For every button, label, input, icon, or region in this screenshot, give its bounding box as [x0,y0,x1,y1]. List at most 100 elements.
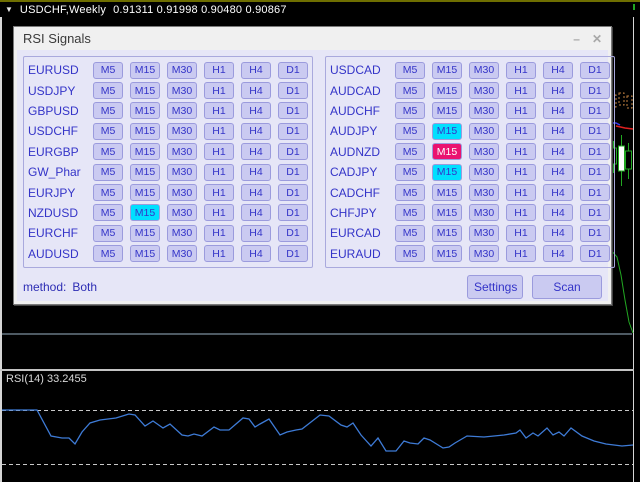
tf-button-eurcad-d1[interactable]: D1 [580,224,610,242]
tf-button-nzdusd-h1[interactable]: H1 [204,204,234,222]
tf-button-usdjpy-m30[interactable]: M30 [167,82,197,100]
tf-button-eurjpy-m15[interactable]: M15 [130,184,160,202]
tf-button-usdchf-m5[interactable]: M5 [93,122,123,140]
tf-button-audjpy-d1[interactable]: D1 [580,122,610,140]
tf-button-cadchf-h1[interactable]: H1 [506,184,536,202]
tf-button-audnzd-m15[interactable]: M15 [432,143,462,161]
tf-button-audcad-m15[interactable]: M15 [432,82,462,100]
tf-button-audjpy-h4[interactable]: H4 [543,122,573,140]
tf-button-usdcad-m30[interactable]: M30 [469,61,499,79]
tf-button-eurcad-h1[interactable]: H1 [506,224,536,242]
tf-button-chfjpy-h4[interactable]: H4 [543,204,573,222]
tf-button-euraud-h1[interactable]: H1 [506,245,536,263]
minimize-icon[interactable]: – [573,33,580,45]
tf-button-chfjpy-m5[interactable]: M5 [395,204,425,222]
tf-button-usdchf-h1[interactable]: H1 [204,122,234,140]
tf-button-gbpusd-m5[interactable]: M5 [93,102,123,120]
tf-button-gw_phar-h4[interactable]: H4 [241,163,271,181]
tf-button-eurgbp-h4[interactable]: H4 [241,143,271,161]
tf-button-eurchf-d1[interactable]: D1 [278,224,308,242]
tf-button-gbpusd-h1[interactable]: H1 [204,102,234,120]
tf-button-audcad-h4[interactable]: H4 [543,82,573,100]
tf-button-chfjpy-d1[interactable]: D1 [580,204,610,222]
tf-button-gbpusd-d1[interactable]: D1 [278,102,308,120]
tf-button-usdcad-h4[interactable]: H4 [543,61,573,79]
tf-button-eurcad-m15[interactable]: M15 [432,224,462,242]
settings-button[interactable]: Settings [467,275,523,299]
tf-button-audusd-h1[interactable]: H1 [204,245,234,263]
tf-button-gw_phar-m15[interactable]: M15 [130,163,160,181]
tf-button-gw_phar-m5[interactable]: M5 [93,163,123,181]
tf-button-audusd-h4[interactable]: H4 [241,245,271,263]
tf-button-audchf-h1[interactable]: H1 [506,102,536,120]
tf-button-audchf-m5[interactable]: M5 [395,102,425,120]
tf-button-usdjpy-d1[interactable]: D1 [278,82,308,100]
tf-button-cadjpy-h4[interactable]: H4 [543,163,573,181]
tf-button-cadjpy-m15[interactable]: M15 [432,163,462,181]
tf-button-audnzd-d1[interactable]: D1 [580,143,610,161]
tf-button-gw_phar-d1[interactable]: D1 [278,163,308,181]
tf-button-eurchf-m30[interactable]: M30 [167,224,197,242]
tf-button-euraud-m5[interactable]: M5 [395,245,425,263]
tf-button-usdjpy-h1[interactable]: H1 [204,82,234,100]
tf-button-euraud-d1[interactable]: D1 [580,245,610,263]
tf-button-nzdusd-m30[interactable]: M30 [167,204,197,222]
close-icon[interactable]: ✕ [592,33,602,45]
tf-button-eurjpy-d1[interactable]: D1 [278,184,308,202]
tf-button-audnzd-m5[interactable]: M5 [395,143,425,161]
tf-button-cadchf-h4[interactable]: H4 [543,184,573,202]
tf-button-eurchf-h1[interactable]: H1 [204,224,234,242]
tf-button-usdchf-m30[interactable]: M30 [167,122,197,140]
tf-button-eurjpy-h4[interactable]: H4 [241,184,271,202]
tf-button-usdjpy-m15[interactable]: M15 [130,82,160,100]
tf-button-audusd-m30[interactable]: M30 [167,245,197,263]
tf-button-eurusd-m15[interactable]: M15 [130,61,160,79]
scan-button[interactable]: Scan [532,275,602,299]
tf-button-eurusd-m30[interactable]: M30 [167,61,197,79]
tf-button-audchf-m15[interactable]: M15 [432,102,462,120]
tf-button-cadjpy-d1[interactable]: D1 [580,163,610,181]
tf-button-eurjpy-h1[interactable]: H1 [204,184,234,202]
chart-dropdown-icon[interactable]: ▼ [5,5,13,14]
tf-button-audjpy-m30[interactable]: M30 [469,122,499,140]
tf-button-gbpusd-m15[interactable]: M15 [130,102,160,120]
tf-button-cadchf-m30[interactable]: M30 [469,184,499,202]
tf-button-nzdusd-d1[interactable]: D1 [278,204,308,222]
tf-button-cadjpy-m5[interactable]: M5 [395,163,425,181]
tf-button-usdchf-d1[interactable]: D1 [278,122,308,140]
tf-button-eurjpy-m30[interactable]: M30 [167,184,197,202]
tf-button-audnzd-h1[interactable]: H1 [506,143,536,161]
tf-button-eurusd-m5[interactable]: M5 [93,61,123,79]
tf-button-audjpy-m15[interactable]: M15 [432,122,462,140]
tf-button-gw_phar-h1[interactable]: H1 [204,163,234,181]
tf-button-cadchf-m15[interactable]: M15 [432,184,462,202]
tf-button-eurchf-m5[interactable]: M5 [93,224,123,242]
panel-title-bar[interactable]: RSI Signals – ✕ [14,27,611,50]
tf-button-gbpusd-h4[interactable]: H4 [241,102,271,120]
tf-button-usdcad-h1[interactable]: H1 [506,61,536,79]
tf-button-eurchf-h4[interactable]: H4 [241,224,271,242]
tf-button-gbpusd-m30[interactable]: M30 [167,102,197,120]
tf-button-audjpy-m5[interactable]: M5 [395,122,425,140]
tf-button-chfjpy-m30[interactable]: M30 [469,204,499,222]
tf-button-nzdusd-m15[interactable]: M15 [130,204,160,222]
tf-button-cadjpy-h1[interactable]: H1 [506,163,536,181]
tf-button-usdcad-d1[interactable]: D1 [580,61,610,79]
tf-button-audusd-m15[interactable]: M15 [130,245,160,263]
tf-button-gw_phar-m30[interactable]: M30 [167,163,197,181]
tf-button-eurcad-h4[interactable]: H4 [543,224,573,242]
tf-button-euraud-m30[interactable]: M30 [469,245,499,263]
tf-button-usdjpy-m5[interactable]: M5 [93,82,123,100]
tf-button-usdchf-m15[interactable]: M15 [130,122,160,140]
tf-button-audusd-d1[interactable]: D1 [278,245,308,263]
tf-button-audnzd-h4[interactable]: H4 [543,143,573,161]
tf-button-eurchf-m15[interactable]: M15 [130,224,160,242]
tf-button-audcad-m5[interactable]: M5 [395,82,425,100]
tf-button-chfjpy-m15[interactable]: M15 [432,204,462,222]
tf-button-euraud-h4[interactable]: H4 [543,245,573,263]
tf-button-eurcad-m30[interactable]: M30 [469,224,499,242]
tf-button-eurcad-m5[interactable]: M5 [395,224,425,242]
tf-button-euraud-m15[interactable]: M15 [432,245,462,263]
tf-button-usdcad-m5[interactable]: M5 [395,61,425,79]
tf-button-cadjpy-m30[interactable]: M30 [469,163,499,181]
